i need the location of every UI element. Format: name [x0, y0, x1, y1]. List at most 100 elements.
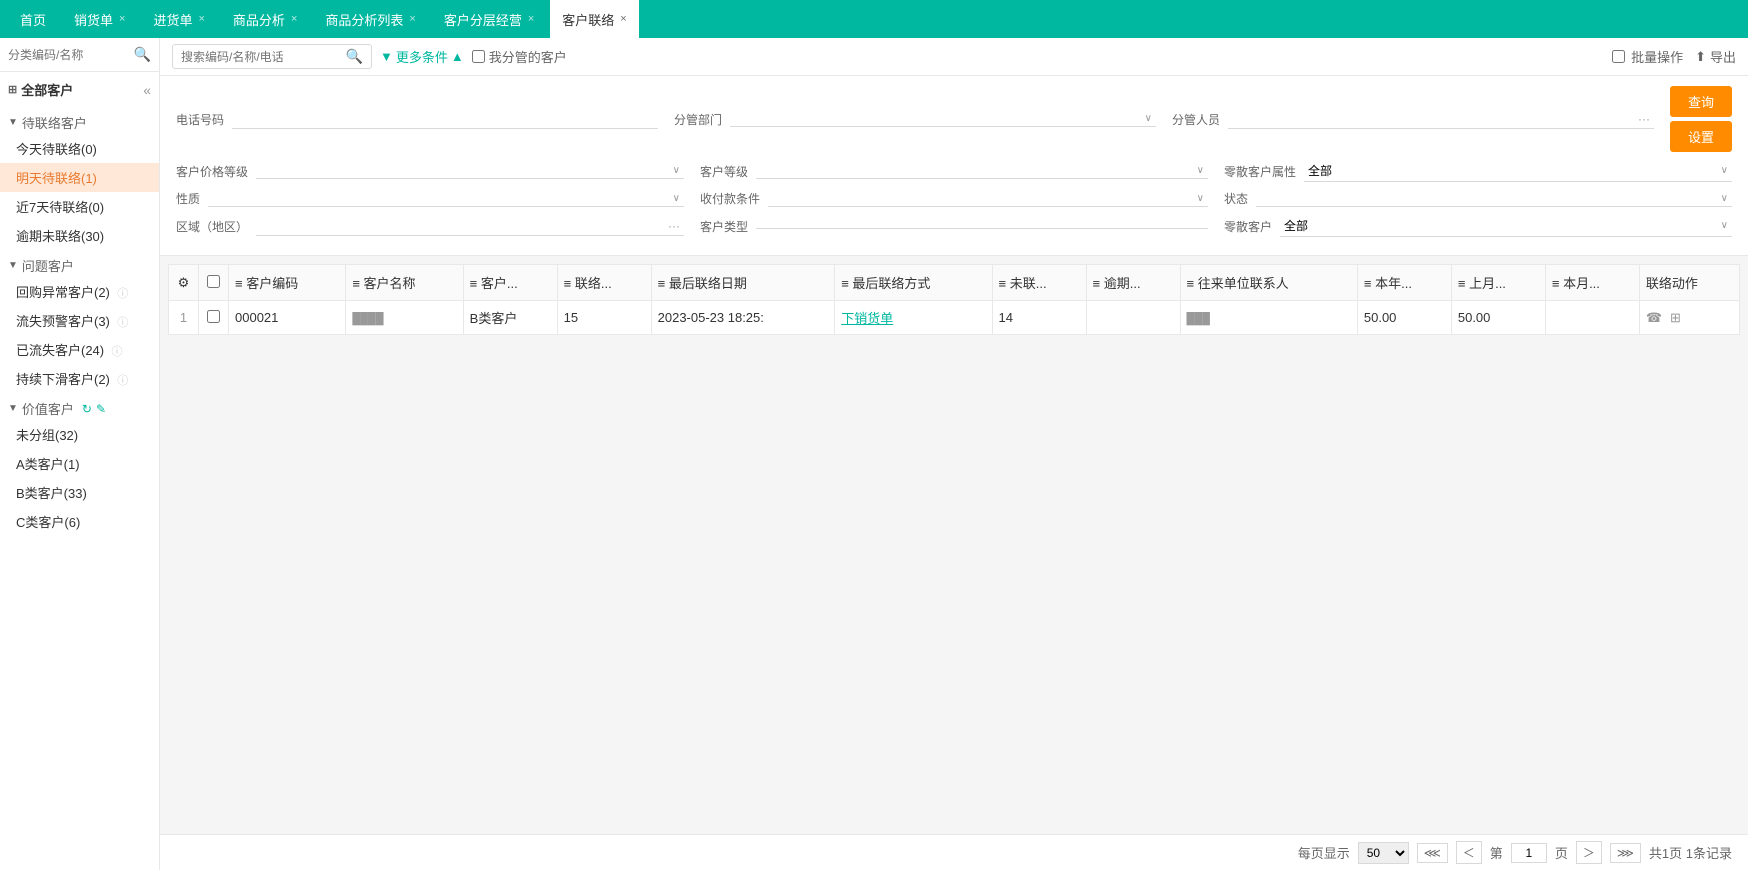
nav-purchase-order[interactable]: 进货单 ×	[141, 0, 216, 38]
search-icon[interactable]: 🔍	[346, 48, 363, 65]
last-page-btn[interactable]: ⋙	[1610, 843, 1641, 863]
info-icon-4: ⓘ	[117, 375, 128, 387]
row-name: ████	[346, 301, 463, 335]
payment-field: 收付款条件 ∨	[700, 190, 1208, 207]
prev-page-btn[interactable]: ＜	[1456, 841, 1482, 864]
sidebar-item-overdue-pending[interactable]: 逾期未联络(30)	[0, 221, 159, 250]
problem-group-header: ▼ 问题客户	[0, 250, 159, 277]
more-conditions-btn[interactable]: ▼ 更多条件 ▲	[380, 47, 464, 66]
retail-customer-select[interactable]: 全部 ∨	[1280, 215, 1732, 237]
manager-select[interactable]: ···	[1228, 110, 1654, 129]
nav-customer-contact[interactable]: 客户联络 ×	[550, 0, 638, 38]
col-last-month[interactable]: ≡ 上月...	[1451, 265, 1545, 301]
sidebar-item-7day-pending[interactable]: 近7天待联络(0)	[0, 192, 159, 221]
page-number-input[interactable]	[1511, 843, 1547, 863]
phone-input[interactable]	[232, 110, 658, 129]
sidebar: 🔍 ⊞ 全部客户 « ▼ 待联络客户 今天待联络(0) 明天待联络(1) 近7天…	[0, 38, 160, 870]
sidebar-item-class-c[interactable]: C类客户(6)	[0, 507, 159, 536]
value-group-header: ▼ 价值客户 ↻ ✎	[0, 393, 159, 420]
col-name[interactable]: ≡ 客户名称	[346, 265, 463, 301]
col-unit-contact[interactable]: ≡ 往来单位联系人	[1180, 265, 1357, 301]
manager-ellipsis-icon[interactable]: ···	[1638, 112, 1650, 126]
status-select[interactable]: ∨	[1256, 191, 1732, 207]
sidebar-search-input[interactable]	[8, 48, 134, 62]
value-grade-select[interactable]: ∨	[256, 163, 684, 179]
nav-product-analysis-list[interactable]: 商品分析列表 ×	[313, 0, 427, 38]
table-area: ⚙ ≡ 客户编码 ≡ 客户名称	[160, 256, 1748, 834]
nav-product-analysis[interactable]: 商品分析 ×	[221, 0, 309, 38]
filter-panel: 电话号码 分管部门 ∨ 分管人员 ···	[160, 76, 1748, 256]
col-code[interactable]: ≡ 客户编码	[229, 265, 346, 301]
dept-select[interactable]: ∨	[730, 111, 1156, 127]
action-icons: ☎ ⊞	[1646, 310, 1733, 326]
close-customer-contact-icon[interactable]: ×	[620, 13, 626, 25]
col-uncontacted[interactable]: ≡ 未联...	[992, 265, 1086, 301]
sidebar-item-class-a[interactable]: A类客户(1)	[0, 449, 159, 478]
customer-type-select[interactable]	[756, 224, 1208, 229]
sidebar-collapse-btn[interactable]: «	[143, 82, 151, 98]
col-last-contact-date[interactable]: ≡ 最后联络日期	[651, 265, 835, 301]
per-page-select[interactable]: 50 100 200	[1358, 842, 1409, 864]
nav-customer-tier[interactable]: 客户分层经营 ×	[432, 0, 546, 38]
last-contact-link[interactable]: 下销货单	[841, 311, 893, 326]
gender-field: 性质 ∨	[176, 190, 684, 207]
batch-checkbox[interactable]	[1612, 50, 1625, 63]
gender-select[interactable]: ∨	[208, 191, 684, 207]
close-product-analysis-list-icon[interactable]: ×	[409, 13, 415, 25]
sidebar-item-tomorrow-pending[interactable]: 明天待联络(1)	[0, 163, 159, 192]
qr-action-icon[interactable]: ⊞	[1670, 310, 1681, 326]
col-overdue[interactable]: ≡ 逾期...	[1086, 265, 1180, 301]
batch-operation-btn[interactable]: 批量操作	[1612, 47, 1683, 66]
my-customers-checkbox[interactable]	[472, 50, 485, 63]
sidebar-item-churned[interactable]: 已流失客户(24) ⓘ	[0, 335, 159, 364]
select-all-checkbox[interactable]	[207, 275, 220, 288]
sidebar-item-churn-warning[interactable]: 流失预警客户(3) ⓘ	[0, 306, 159, 335]
sidebar-item-ungrouped[interactable]: 未分组(32)	[0, 420, 159, 449]
close-customer-tier-icon[interactable]: ×	[528, 13, 534, 25]
value-refresh-icon[interactable]: ↻	[82, 402, 92, 416]
row-current-month	[1545, 301, 1639, 335]
first-page-btn[interactable]: ⋘	[1417, 843, 1448, 863]
problem-triangle-icon: ▼	[8, 260, 18, 271]
manager-field: 分管人员 ···	[1172, 110, 1654, 129]
all-customers-header: ⊞ 全部客户 «	[0, 72, 159, 107]
export-btn[interactable]: ⬆ 导出	[1695, 47, 1736, 66]
col-current-year[interactable]: ≡ 本年...	[1357, 265, 1451, 301]
sidebar-item-today-pending[interactable]: 今天待联络(0)	[0, 134, 159, 163]
filter-row-4: 区域（地区） ··· 客户类型 零散客户 全部 ∨	[176, 215, 1732, 237]
all-customers-label[interactable]: ⊞ 全部客户	[8, 80, 73, 99]
retail-attr-select[interactable]: 全部 ∨	[1304, 160, 1732, 182]
sidebar-item-class-b[interactable]: B类客户(33)	[0, 478, 159, 507]
nav-sales-order[interactable]: 销货单 ×	[62, 0, 137, 38]
gear-icon[interactable]: ⚙	[178, 275, 190, 290]
close-purchase-order-icon[interactable]: ×	[198, 13, 204, 25]
filter-row-3: 性质 ∨ 收付款条件 ∨ 状态	[176, 190, 1732, 207]
col-category[interactable]: ≡ 客户...	[463, 265, 557, 301]
search-input[interactable]	[181, 50, 346, 64]
sidebar-item-repurchase-abnormal[interactable]: 回购异常客户(2) ⓘ	[0, 277, 159, 306]
row-contact-count: 15	[557, 301, 651, 335]
col-contact-count[interactable]: ≡ 联络...	[557, 265, 651, 301]
next-page-btn[interactable]: ＞	[1576, 841, 1602, 864]
row-unit-contact: ███	[1180, 301, 1357, 335]
row-checkbox[interactable]	[207, 310, 220, 323]
close-product-analysis-icon[interactable]: ×	[291, 13, 297, 25]
phone-action-icon[interactable]: ☎	[1646, 310, 1662, 326]
top-navigation: 首页 销货单 × 进货单 × 商品分析 × 商品分析列表 × 客户分层经营 × …	[0, 0, 1748, 38]
customer-grade-select[interactable]: ∨	[756, 163, 1208, 179]
query-button[interactable]: 查询	[1670, 86, 1732, 117]
col-current-month[interactable]: ≡ 本月...	[1545, 265, 1639, 301]
set-button[interactable]: 设置	[1670, 121, 1732, 152]
nav-home[interactable]: 首页	[8, 0, 58, 38]
close-sales-order-icon[interactable]: ×	[119, 13, 125, 25]
sidebar-search-icon[interactable]: 🔍	[134, 46, 151, 63]
query-set-btns: 查询 设置	[1670, 86, 1732, 152]
region-select[interactable]: ···	[256, 217, 684, 236]
row-current-year: 50.00	[1357, 301, 1451, 335]
sidebar-item-declining[interactable]: 持续下滑客户(2) ⓘ	[0, 364, 159, 393]
region-ellipsis-icon[interactable]: ···	[668, 219, 680, 233]
col-last-contact-method[interactable]: ≡ 最后联络方式	[835, 265, 992, 301]
value-edit-icon[interactable]: ✎	[96, 402, 106, 416]
payment-select[interactable]: ∨	[768, 191, 1208, 207]
dept-field: 分管部门 ∨	[674, 111, 1156, 128]
